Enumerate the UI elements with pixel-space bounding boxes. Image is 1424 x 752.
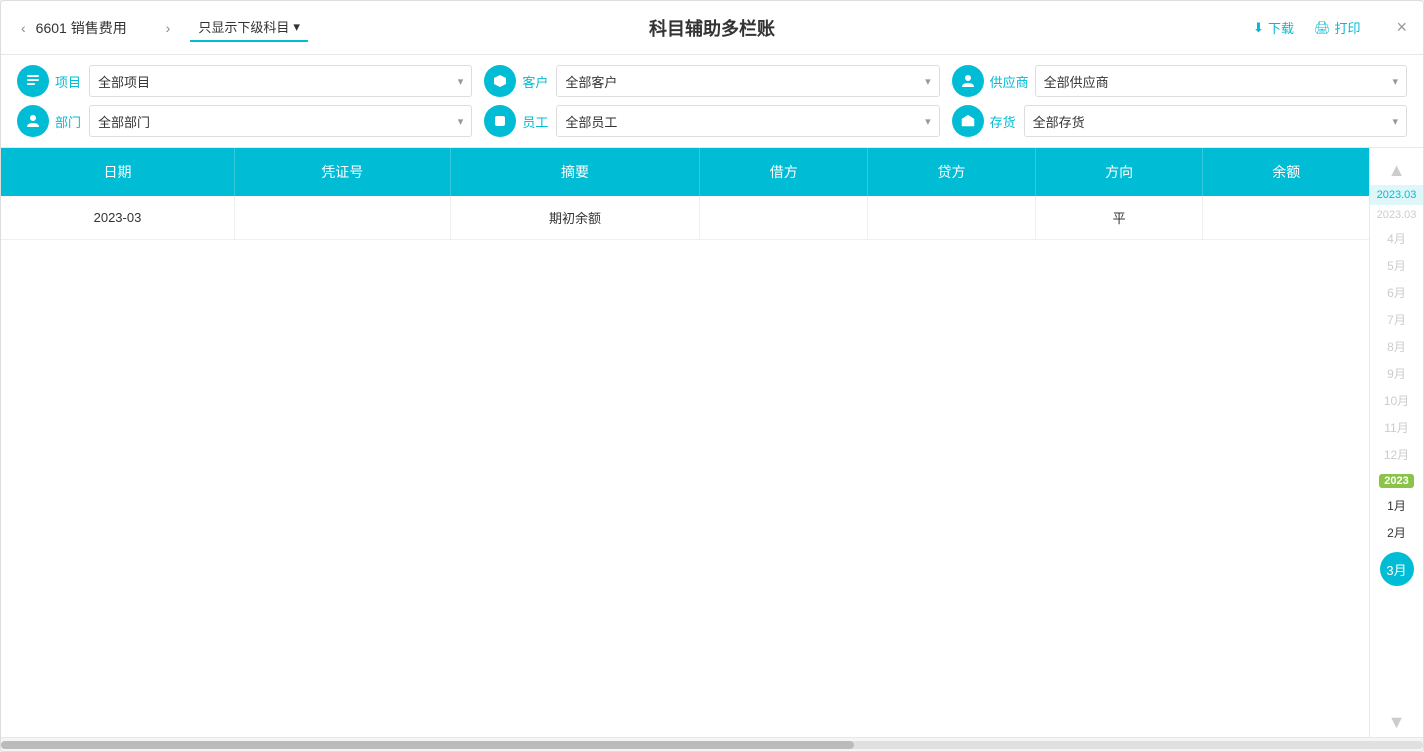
nav-area: ‹ 6601 销售费用 › 只显示下级科目 ▾ bbox=[17, 13, 308, 42]
scrollbar-thumb bbox=[1, 741, 854, 749]
col-balance: 余额 bbox=[1203, 148, 1369, 196]
header-actions: ⬇ 下载 🖨 打印 × bbox=[1253, 17, 1407, 38]
cell-date: 2023-03 bbox=[1, 196, 234, 240]
bottom-scrollbar[interactable] bbox=[1, 737, 1423, 751]
sidebar-month-5[interactable]: 5月 bbox=[1370, 252, 1423, 279]
supplier-select[interactable]: 全部供应商 ▾ bbox=[1035, 65, 1407, 97]
account-code: 6601 销售费用 bbox=[36, 18, 156, 38]
table-row: 2023-03 期初余额 平 bbox=[1, 196, 1369, 240]
print-button[interactable]: 🖨 打印 bbox=[1314, 17, 1361, 38]
filter-row-2: 部门 全部部门 ▾ 员工 全部员工 ▾ bbox=[17, 105, 1407, 137]
sidebar-item-2023-03-top[interactable]: 2023.03 bbox=[1370, 185, 1423, 205]
supplier-label: 供应商 bbox=[990, 72, 1029, 91]
table-container: 日期 凭证号 摘要 借方 贷方 方向 余额 2023-03 期初余额 bbox=[1, 148, 1369, 737]
department-arrow: ▾ bbox=[458, 115, 464, 128]
employee-label: 员工 bbox=[522, 112, 550, 131]
sidebar-month-6[interactable]: 6月 bbox=[1370, 279, 1423, 306]
prev-button[interactable]: ‹ bbox=[17, 18, 30, 38]
department-icon bbox=[17, 105, 49, 137]
sidebar-down-button[interactable]: ▼ bbox=[1384, 708, 1410, 737]
project-icon bbox=[17, 65, 49, 97]
show-sub-button[interactable]: 只显示下级科目 ▾ bbox=[190, 13, 308, 42]
cell-balance bbox=[1203, 196, 1369, 240]
col-direction: 方向 bbox=[1035, 148, 1203, 196]
department-label: 部门 bbox=[55, 112, 83, 131]
sidebar-month-8[interactable]: 8月 bbox=[1370, 333, 1423, 360]
sidebar-up-button[interactable]: ▲ bbox=[1384, 156, 1410, 185]
filter-customer: 客户 全部客户 ▾ bbox=[484, 65, 939, 97]
download-icon: ⬇ bbox=[1253, 20, 1264, 36]
sidebar-year-badge[interactable]: 2023 bbox=[1379, 472, 1413, 488]
employee-select[interactable]: 全部员工 ▾ bbox=[556, 105, 939, 137]
sidebar-month-1[interactable]: 1月 bbox=[1370, 492, 1423, 519]
customer-label: 客户 bbox=[522, 72, 550, 91]
col-summary: 摘要 bbox=[450, 148, 700, 196]
cell-credit bbox=[868, 196, 1036, 240]
col-credit: 贷方 bbox=[868, 148, 1036, 196]
sidebar-current-month[interactable]: 3月 bbox=[1380, 550, 1414, 588]
sidebar-month-10[interactable]: 10月 bbox=[1370, 387, 1423, 414]
sidebar-month-7[interactable]: 7月 bbox=[1370, 306, 1423, 333]
project-select[interactable]: 全部项目 ▾ bbox=[89, 65, 472, 97]
sidebar-month-4[interactable]: 4月 bbox=[1370, 225, 1423, 252]
employee-arrow: ▾ bbox=[925, 115, 931, 128]
inventory-label: 存货 bbox=[990, 112, 1018, 131]
filter-employee: 员工 全部员工 ▾ bbox=[484, 105, 939, 137]
sidebar-month-9[interactable]: 9月 bbox=[1370, 360, 1423, 387]
sidebar-month-11[interactable]: 11月 bbox=[1370, 414, 1423, 441]
filter-row-1: 项目 全部项目 ▾ 客户 全部客户 ▾ bbox=[17, 65, 1407, 97]
print-icon: 🖨 bbox=[1314, 20, 1331, 36]
supplier-arrow: ▾ bbox=[1392, 75, 1398, 88]
col-date: 日期 bbox=[1, 148, 234, 196]
cell-voucher bbox=[234, 196, 450, 240]
inventory-arrow: ▾ bbox=[1392, 115, 1398, 128]
customer-select[interactable]: 全部客户 ▾ bbox=[556, 65, 939, 97]
year-tag: 2023 bbox=[1379, 474, 1413, 488]
inventory-icon bbox=[952, 105, 984, 137]
supplier-icon bbox=[952, 65, 984, 97]
table-header-row: 日期 凭证号 摘要 借方 贷方 方向 余额 bbox=[1, 148, 1369, 196]
close-button[interactable]: × bbox=[1396, 17, 1407, 38]
filter-inventory: 存货 全部存货 ▾ bbox=[952, 105, 1407, 137]
sidebar-month-2[interactable]: 2月 bbox=[1370, 519, 1423, 546]
right-sidebar: ▲ 2023.03 2023.03 4月 5月 6月 7月 8月 9月 10月 … bbox=[1369, 148, 1423, 737]
inventory-select[interactable]: 全部存货 ▾ bbox=[1024, 105, 1407, 137]
page-title: 科目辅助多栏账 bbox=[649, 15, 775, 41]
customer-arrow: ▾ bbox=[925, 75, 931, 88]
col-voucher: 凭证号 bbox=[234, 148, 450, 196]
sidebar-item-2023-03-second[interactable]: 2023.03 bbox=[1370, 205, 1423, 225]
main-window: ‹ 6601 销售费用 › 只显示下级科目 ▾ 科目辅助多栏账 ⬇ 下载 🖨 打… bbox=[0, 0, 1424, 752]
title-bar: ‹ 6601 销售费用 › 只显示下级科目 ▾ 科目辅助多栏账 ⬇ 下载 🖨 打… bbox=[1, 1, 1423, 55]
department-select[interactable]: 全部部门 ▾ bbox=[89, 105, 472, 137]
filter-bar: 项目 全部项目 ▾ 客户 全部客户 ▾ bbox=[1, 55, 1423, 148]
project-label: 项目 bbox=[55, 72, 83, 91]
filter-supplier: 供应商 全部供应商 ▾ bbox=[952, 65, 1407, 97]
download-button[interactable]: ⬇ 下载 bbox=[1253, 17, 1294, 38]
filter-project: 项目 全部项目 ▾ bbox=[17, 65, 472, 97]
cell-direction: 平 bbox=[1035, 196, 1203, 240]
current-month-circle: 3月 bbox=[1380, 552, 1414, 586]
filter-department: 部门 全部部门 ▾ bbox=[17, 105, 472, 137]
col-debit: 借方 bbox=[700, 148, 868, 196]
employee-icon bbox=[484, 105, 516, 137]
cell-summary: 期初余额 bbox=[450, 196, 700, 240]
project-arrow: ▾ bbox=[458, 75, 464, 88]
customer-icon bbox=[484, 65, 516, 97]
scrollbar-track bbox=[1, 741, 1423, 749]
data-table: 日期 凭证号 摘要 借方 贷方 方向 余额 2023-03 期初余额 bbox=[1, 148, 1369, 240]
next-button[interactable]: › bbox=[162, 18, 175, 38]
sidebar-month-12[interactable]: 12月 bbox=[1370, 441, 1423, 468]
cell-debit bbox=[700, 196, 868, 240]
